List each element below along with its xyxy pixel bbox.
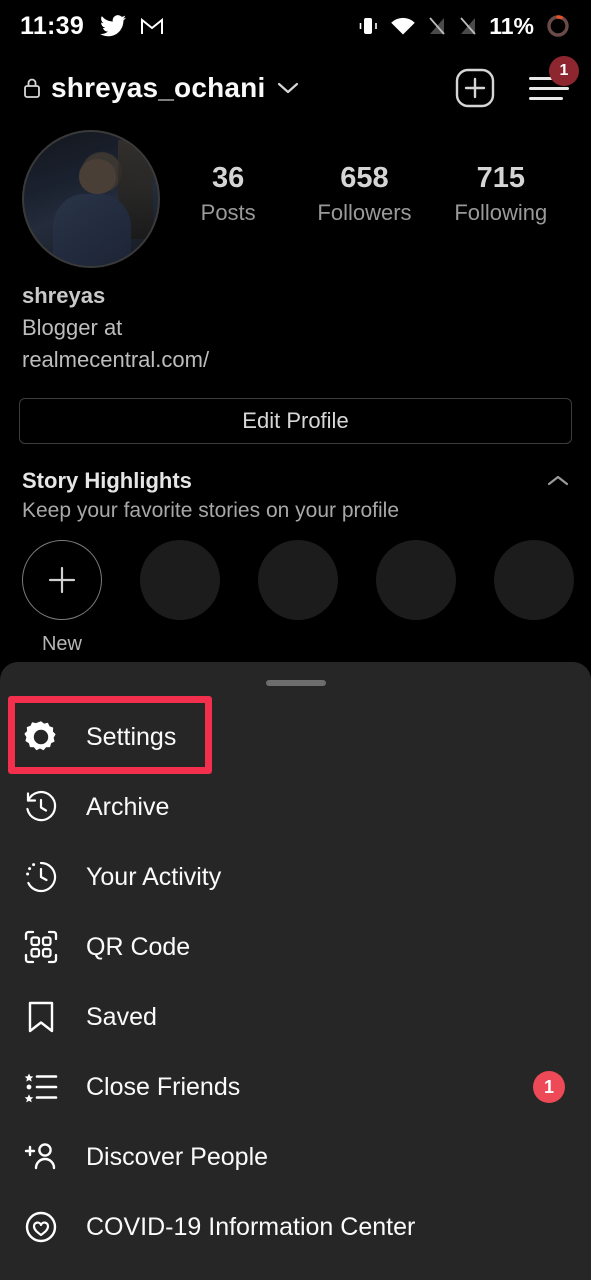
battery-ring-icon xyxy=(545,13,571,39)
menu-item-label: Settings xyxy=(86,722,177,751)
drag-handle[interactable] xyxy=(265,680,326,686)
wifi-icon xyxy=(390,15,416,37)
bottom-sheet-menu: Settings Archive Your Activity QR Code S… xyxy=(0,662,591,1280)
stat-followers[interactable]: 658 Followers xyxy=(296,160,432,229)
highlight-placeholder-2[interactable] xyxy=(258,540,338,656)
avatar[interactable] xyxy=(22,130,160,268)
bio-link[interactable]: realmecentral.com/ xyxy=(22,344,422,376)
profile-bio: shreyas Blogger at realmecentral.com/ xyxy=(22,280,422,376)
profile-header: shreyas_ochani 1 xyxy=(0,52,591,124)
profile-summary: 36 Posts 658 Followers 715 Following xyxy=(0,130,591,280)
vibrate-icon xyxy=(357,15,379,37)
bookmark-icon xyxy=(22,998,70,1036)
menu-item-label: Your Activity xyxy=(86,862,222,891)
chevron-up-icon[interactable] xyxy=(545,473,571,489)
bio-line-1: Blogger at xyxy=(22,314,123,340)
instagram-profile-screen: 11:39 11% shreyas_ochani 1 36 Posts 658 … xyxy=(0,0,591,1280)
hamburger-menu-icon[interactable]: 1 xyxy=(529,55,579,107)
highlight-placeholder-1[interactable] xyxy=(140,540,220,656)
status-notification-icons xyxy=(100,15,164,37)
status-time: 11:39 xyxy=(20,11,85,40)
gear-icon xyxy=(22,718,70,756)
close-friends-badge: 1 xyxy=(533,1071,565,1103)
highlight-new-circle xyxy=(22,540,102,620)
profile-stats: 36 Posts 658 Followers 715 Following xyxy=(160,130,569,229)
signal-off-icon-2 xyxy=(458,15,478,37)
covid-heart-icon xyxy=(22,1208,70,1246)
menu-item-qr-code[interactable]: QR Code xyxy=(0,912,591,982)
story-highlights-row: New xyxy=(22,540,582,656)
header-username[interactable]: shreyas_ochani xyxy=(51,72,265,104)
close-friends-list-icon xyxy=(22,1068,70,1106)
signal-off-icon xyxy=(427,15,447,37)
menu-item-label: Archive xyxy=(86,792,170,821)
stat-posts[interactable]: 36 Posts xyxy=(160,160,296,229)
menu-list: Settings Archive Your Activity QR Code S… xyxy=(0,702,591,1262)
highlight-new-label: New xyxy=(41,633,82,655)
highlight-new[interactable]: New xyxy=(22,540,102,656)
avatar-detail-body xyxy=(53,193,132,266)
highlight-placeholder-4[interactable] xyxy=(494,540,574,656)
stat-followers-label: Followers xyxy=(317,200,412,226)
stat-posts-label: Posts xyxy=(200,200,256,226)
highlight-placeholder-circle xyxy=(494,540,574,620)
highlight-placeholder-circle xyxy=(140,540,220,620)
story-highlights-header: Story Highlights xyxy=(22,468,571,494)
menu-item-label: Saved xyxy=(86,1002,157,1031)
archive-clock-icon xyxy=(22,788,70,826)
menu-item-discover-people[interactable]: Discover People xyxy=(0,1122,591,1192)
activity-clock-icon xyxy=(22,858,70,896)
menu-item-label: COVID-19 Information Center xyxy=(86,1212,416,1241)
menu-item-your-activity[interactable]: Your Activity xyxy=(0,842,591,912)
stat-posts-value: 36 xyxy=(212,162,245,194)
chevron-down-icon[interactable] xyxy=(276,80,300,96)
lock-icon xyxy=(22,76,42,100)
highlight-placeholder-circle xyxy=(376,540,456,620)
menu-item-label: Discover People xyxy=(86,1142,269,1171)
qr-code-icon xyxy=(22,928,70,966)
menu-item-archive[interactable]: Archive xyxy=(0,772,591,842)
stat-following-label: Following xyxy=(454,200,548,226)
status-system-icons: 11% xyxy=(357,13,571,40)
menu-item-label: QR Code xyxy=(86,932,191,961)
plus-square-icon[interactable] xyxy=(455,68,495,108)
highlight-placeholder-circle xyxy=(258,540,338,620)
menu-notification-badge: 1 xyxy=(549,55,579,86)
twitter-icon xyxy=(100,15,127,37)
status-bar: 11:39 11% xyxy=(0,0,591,52)
story-highlights-title: Story Highlights xyxy=(22,468,192,493)
menu-item-close-friends[interactable]: Close Friends 1 xyxy=(0,1052,591,1122)
gmail-icon xyxy=(140,16,164,36)
menu-item-settings[interactable]: Settings xyxy=(0,702,591,772)
menu-item-label: Close Friends xyxy=(86,1072,241,1101)
avatar-detail-head xyxy=(78,158,117,194)
stat-following-value: 715 xyxy=(476,162,526,194)
bio-display-name: shreyas xyxy=(22,283,106,308)
stat-following[interactable]: 715 Following xyxy=(433,160,569,229)
highlight-placeholder-3[interactable] xyxy=(376,540,456,656)
person-add-icon xyxy=(22,1138,70,1176)
plus-icon xyxy=(48,566,76,594)
menu-item-saved[interactable]: Saved xyxy=(0,982,591,1052)
story-highlights-subtitle: Keep your favorite stories on your profi… xyxy=(22,499,400,522)
battery-percent: 11% xyxy=(489,12,534,39)
stat-followers-value: 658 xyxy=(340,162,389,194)
menu-item-covid-info[interactable]: COVID-19 Information Center xyxy=(0,1192,591,1262)
edit-profile-button[interactable]: Edit Profile xyxy=(19,398,572,444)
